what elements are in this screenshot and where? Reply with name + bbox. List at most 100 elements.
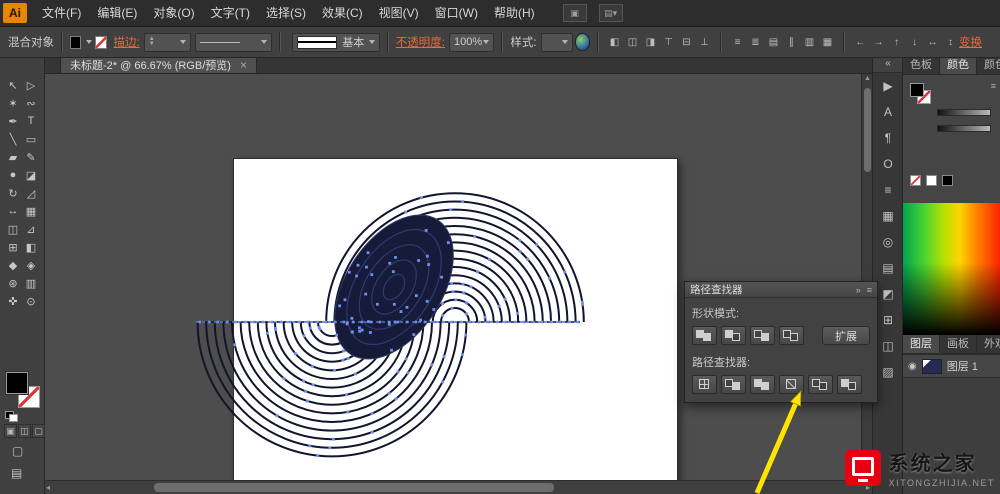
perspective-grid-tool[interactable]: ⊿ bbox=[22, 220, 40, 238]
align-horizontal-right-icon[interactable]: ◨ bbox=[642, 34, 659, 50]
width-tool[interactable]: ↔ bbox=[4, 202, 22, 220]
menu-item-1[interactable]: 文件(F) bbox=[34, 0, 89, 26]
merge-button[interactable] bbox=[750, 375, 775, 394]
screen-mode-icon[interactable]: ▢ bbox=[12, 444, 23, 458]
move-left-icon[interactable]: ← bbox=[852, 34, 869, 50]
scroll-left-icon[interactable]: ◂ bbox=[46, 481, 50, 494]
menu-item-2[interactable]: 编辑(E) bbox=[89, 0, 145, 26]
horizontal-scrollbar[interactable]: ◂ ▸ bbox=[44, 480, 872, 494]
scale-tool[interactable]: ◿ bbox=[22, 184, 40, 202]
blend-tool[interactable]: ◈ bbox=[22, 256, 40, 274]
brush-definition-combo[interactable]: 基本 bbox=[292, 33, 380, 52]
align-vertical-bottom-icon[interactable]: ⊥ bbox=[696, 34, 713, 50]
distribute-middle-icon[interactable]: ▥ bbox=[801, 34, 818, 50]
menu-item-9[interactable]: 帮助(H) bbox=[486, 0, 543, 26]
free-transform-tool[interactable]: ▦ bbox=[22, 202, 40, 220]
recolor-artwork-icon[interactable] bbox=[575, 33, 590, 51]
distribute-center-icon[interactable]: ≣ bbox=[747, 34, 764, 50]
fill-indicator-swatch[interactable] bbox=[6, 372, 28, 394]
symbol-sprayer-tool[interactable]: ⊛ bbox=[4, 274, 22, 292]
crop-button[interactable] bbox=[779, 375, 804, 394]
mesh-tool[interactable]: ⊞ bbox=[4, 238, 22, 256]
panel-tab-1[interactable]: 色板 bbox=[903, 56, 940, 74]
move-up-icon[interactable]: ↑ bbox=[888, 34, 905, 50]
color-spectrum[interactable] bbox=[903, 203, 1000, 335]
pen-tool[interactable]: ✒ bbox=[4, 112, 22, 130]
expand-button[interactable]: 扩展 bbox=[822, 326, 870, 345]
stroke-weight-stepper[interactable]: ▲▼ bbox=[149, 37, 155, 47]
dock-character-panel-icon[interactable]: A bbox=[873, 99, 903, 125]
pathfinder-panel-header[interactable]: 路径查找器 » ≡ bbox=[685, 282, 877, 298]
draw-mode-icon-1[interactable]: ▣ bbox=[4, 424, 17, 438]
dock-gradient-panel-icon[interactable]: ◎ bbox=[873, 229, 903, 255]
panel-menu-icon[interactable]: ≡ bbox=[867, 285, 872, 295]
panel-tab-2[interactable]: 颜色 bbox=[940, 56, 977, 74]
align-horizontal-center-icon[interactable]: ◫ bbox=[624, 34, 641, 50]
color-slider[interactable] bbox=[937, 125, 991, 132]
pencil-tool[interactable]: ✎ bbox=[22, 148, 40, 166]
minus-front-button[interactable] bbox=[721, 326, 746, 345]
divide-button[interactable] bbox=[692, 375, 717, 394]
draw-mode-icon-3[interactable]: ▢ bbox=[32, 424, 45, 438]
stroke-link[interactable]: 描边: bbox=[114, 34, 140, 50]
resize-horizontal-icon[interactable]: ↔ bbox=[924, 34, 941, 50]
trim-button[interactable] bbox=[721, 375, 746, 394]
type-tool[interactable]: T bbox=[22, 112, 40, 130]
intersect-button[interactable] bbox=[750, 326, 775, 345]
opacity-combo[interactable]: 100% bbox=[449, 33, 494, 52]
collapse-panel-icon[interactable]: ▤ bbox=[11, 466, 22, 480]
layer-thumbnail[interactable] bbox=[922, 359, 942, 374]
panel-tab-bottom-2[interactable]: 画板 bbox=[940, 335, 977, 353]
line-segment-tool[interactable]: ╲ bbox=[4, 130, 22, 148]
paintbrush-tool[interactable]: ▰ bbox=[4, 148, 22, 166]
menu-item-8[interactable]: 窗口(W) bbox=[427, 0, 486, 26]
move-down-icon[interactable]: ↓ bbox=[906, 34, 923, 50]
minus-back-button[interactable] bbox=[837, 375, 862, 394]
black-swatch[interactable] bbox=[942, 175, 953, 186]
stroke-color-swatch[interactable] bbox=[95, 36, 106, 49]
gradient-tool[interactable]: ◧ bbox=[22, 238, 40, 256]
align-horizontal-left-icon[interactable]: ◧ bbox=[606, 34, 623, 50]
menu-item-3[interactable]: 对象(O) bbox=[145, 0, 202, 26]
distribute-top-icon[interactable]: ≡ bbox=[729, 34, 746, 50]
color-slider[interactable] bbox=[937, 109, 991, 116]
panel-tab-bottom-3[interactable]: 外观 bbox=[977, 335, 1000, 353]
menu-item-7[interactable]: 视图(V) bbox=[371, 0, 427, 26]
menu-item-5[interactable]: 选择(S) bbox=[258, 0, 314, 26]
visibility-eye-icon[interactable]: ◉ bbox=[908, 361, 917, 372]
eraser-tool[interactable]: ◪ bbox=[22, 166, 40, 184]
mini-fill-swatch[interactable] bbox=[910, 83, 924, 97]
align-vertical-top-icon[interactable]: ⊤ bbox=[660, 34, 677, 50]
column-graph-tool[interactable]: ▥ bbox=[22, 274, 40, 292]
dock-transparency-panel-icon[interactable]: ▦ bbox=[873, 203, 903, 229]
align-vertical-center-icon[interactable]: ⊟ bbox=[678, 34, 695, 50]
menu-item-6[interactable]: 效果(C) bbox=[314, 0, 371, 26]
tab-close-icon[interactable]: × bbox=[240, 60, 247, 70]
stroke-weight-combo[interactable]: ▲▼ bbox=[144, 33, 191, 52]
menu-item-4[interactable]: 文字(T) bbox=[203, 0, 258, 26]
fill-color-swatch[interactable] bbox=[70, 36, 81, 49]
transform-link[interactable]: 变换 bbox=[959, 34, 982, 50]
none-swatch[interactable] bbox=[910, 175, 921, 186]
distribute-right-icon[interactable]: ▦ bbox=[819, 34, 836, 50]
dock-paragraph-styles-panel-icon[interactable]: ≡ bbox=[873, 177, 903, 203]
zoom-tool[interactable]: ⊙ bbox=[22, 292, 40, 310]
dock-opentype-panel-icon[interactable]: O bbox=[873, 151, 903, 177]
distribute-bottom-icon[interactable]: ▤ bbox=[765, 34, 782, 50]
dock-stroke-panel-icon[interactable]: ▤ bbox=[873, 255, 903, 281]
distribute-left-icon[interactable]: ∥ bbox=[783, 34, 800, 50]
panel-tab-3[interactable]: 颜色参考 bbox=[977, 56, 1000, 74]
white-swatch[interactable] bbox=[926, 175, 937, 186]
exclude-button[interactable] bbox=[779, 326, 804, 345]
blob-brush-tool[interactable]: ● bbox=[4, 166, 22, 184]
lasso-tool[interactable]: ∾ bbox=[22, 94, 40, 112]
rotate-tool[interactable]: ↻ bbox=[4, 184, 22, 202]
artwork-canvas[interactable] bbox=[140, 170, 660, 470]
variable-width-profile-combo[interactable] bbox=[195, 33, 272, 52]
opacity-link[interactable]: 不透明度: bbox=[396, 34, 445, 50]
vertical-scroll-thumb[interactable] bbox=[864, 88, 871, 172]
shape-builder-tool[interactable]: ◫ bbox=[4, 220, 22, 238]
eyedropper-tool[interactable]: ◆ bbox=[4, 256, 22, 274]
workspace-switcher-icon[interactable]: ▤▾ bbox=[599, 4, 623, 22]
move-right-icon[interactable]: → bbox=[870, 34, 887, 50]
